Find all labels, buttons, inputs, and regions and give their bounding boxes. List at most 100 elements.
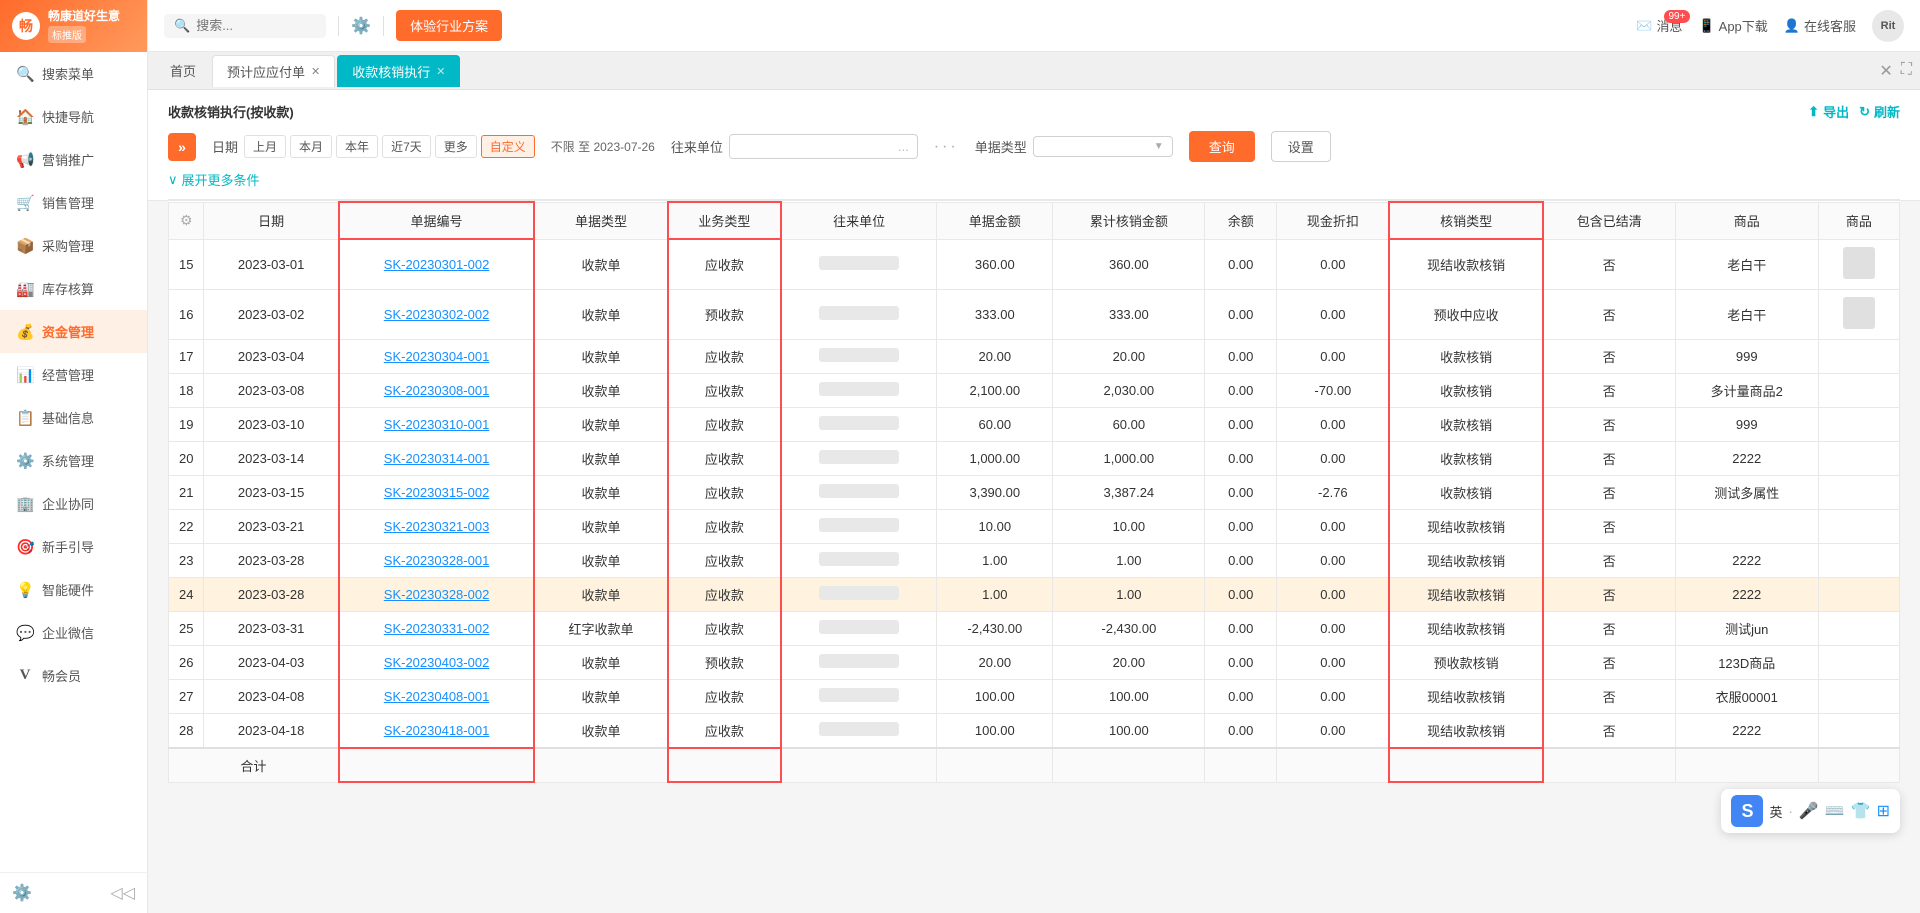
collapse-icon[interactable]: ◁◁ bbox=[110, 883, 135, 903]
sn-link[interactable]: SK-20230331-002 bbox=[384, 621, 490, 636]
sidebar-item-label: 智能硬件 bbox=[42, 580, 94, 599]
collection-tab-label: 收款核销执行 bbox=[352, 62, 430, 81]
industry-btn[interactable]: 体验行业方案 bbox=[396, 10, 502, 41]
shirt-icon[interactable]: 👕 bbox=[1851, 801, 1871, 821]
sidebar-item-hardware[interactable]: 💡 智能硬件 bbox=[0, 568, 147, 611]
query-btn[interactable]: 查询 bbox=[1189, 131, 1255, 162]
sidebar-item-wechat[interactable]: 💬 企业微信 bbox=[0, 611, 147, 654]
keyboard-icon[interactable]: ⌨️ bbox=[1825, 801, 1845, 821]
topbar-search-input[interactable] bbox=[196, 18, 316, 33]
sidebar-badge: 标推版 bbox=[48, 26, 86, 43]
user-avatar-area[interactable]: Rit bbox=[1872, 10, 1904, 42]
message-btn[interactable]: ✉️ 消息 99+ bbox=[1636, 16, 1682, 35]
cell-discount: 0.00 bbox=[1277, 679, 1390, 713]
tab-close-collection[interactable]: ✕ bbox=[436, 65, 445, 78]
table-row: 21 2023-03-15 SK-20230315-002 收款单 应收款 3,… bbox=[169, 475, 1900, 509]
cell-sn: SK-20230331-002 bbox=[339, 611, 534, 645]
custom-date-btn[interactable]: 自定义 bbox=[481, 135, 535, 158]
sidebar-item-operation[interactable]: 📊 经营管理 bbox=[0, 353, 147, 396]
filter-setting-btn[interactable]: 设置 bbox=[1271, 131, 1331, 162]
more-date-btn[interactable]: 更多 bbox=[435, 135, 477, 158]
export-label: 导出 bbox=[1823, 102, 1849, 121]
sn-link[interactable]: SK-20230328-002 bbox=[384, 587, 490, 602]
sidebar-item-search[interactable]: 🔍 搜索菜单 bbox=[0, 52, 147, 95]
partner-input[interactable] bbox=[730, 135, 890, 158]
tab-expand-icon[interactable]: ⛶ bbox=[1901, 61, 1912, 81]
sidebar-item-label: 系统管理 bbox=[42, 451, 94, 470]
app-download-btn[interactable]: 📱 App下载 bbox=[1698, 16, 1767, 35]
sidebar-item-basic[interactable]: 📋 基础信息 bbox=[0, 396, 147, 439]
export-icon: ⬆ bbox=[1808, 104, 1819, 120]
sn-link[interactable]: SK-20230418-001 bbox=[384, 723, 490, 738]
sidebar-bottom: ⚙️ ◁◁ bbox=[0, 872, 147, 913]
total-settled bbox=[1543, 748, 1676, 783]
refresh-btn[interactable]: ↻ 刷新 bbox=[1859, 102, 1900, 121]
cell-partner bbox=[781, 339, 937, 373]
topbar-search[interactable]: 🔍 bbox=[164, 14, 326, 38]
tab-close-icon[interactable]: ✕ bbox=[1879, 61, 1892, 81]
english-icon[interactable]: 英 bbox=[1769, 802, 1782, 821]
cell-date: 2023-03-14 bbox=[204, 441, 339, 475]
settings-gear-icon[interactable]: ⚙️ bbox=[351, 16, 371, 36]
online-service-btn[interactable]: 👤 在线客服 bbox=[1784, 16, 1856, 35]
cell-type: 收款单 bbox=[534, 339, 667, 373]
th-settled: 包含已结清 bbox=[1543, 202, 1676, 239]
sn-link[interactable]: SK-20230314-001 bbox=[384, 451, 490, 466]
voucher-type-select[interactable]: ▼ bbox=[1033, 136, 1173, 157]
grid-icon[interactable]: ⊞ bbox=[1877, 801, 1890, 821]
purchase-icon: 📦 bbox=[16, 237, 34, 255]
cell-num: 15 bbox=[169, 239, 204, 289]
sn-link[interactable]: SK-20230403-002 bbox=[384, 655, 490, 670]
cell-biz: 应收款 bbox=[668, 543, 781, 577]
sidebar-item-finance[interactable]: 💰 资金管理 bbox=[0, 310, 147, 353]
last-7days-btn[interactable]: 近7天 bbox=[382, 135, 431, 158]
sidebar-item-inventory[interactable]: 🏭 库存核算 bbox=[0, 267, 147, 310]
tab-close-payable[interactable]: ✕ bbox=[311, 65, 320, 78]
expand-more-btn[interactable]: ∨ 展开更多条件 bbox=[168, 162, 1900, 189]
sidebar-item-guide[interactable]: 🎯 新手引导 bbox=[0, 525, 147, 568]
last-month-btn[interactable]: 上月 bbox=[244, 135, 286, 158]
sn-link[interactable]: SK-20230328-001 bbox=[384, 553, 490, 568]
tab-home[interactable]: 首页 bbox=[156, 55, 210, 87]
tab-collection[interactable]: 收款核销执行 ✕ bbox=[337, 55, 460, 87]
cell-settled: 否 bbox=[1543, 339, 1676, 373]
export-btn[interactable]: ⬆ 导出 bbox=[1808, 102, 1849, 121]
sidebar-item-marketing[interactable]: 📢 营销推广 bbox=[0, 138, 147, 181]
this-month-btn[interactable]: 本月 bbox=[290, 135, 332, 158]
sidebar: 畅 畅康道好生意 标推版 🔍 搜索菜单 🏠 快捷导航 📢 营销推广 🛒 销售管理… bbox=[0, 0, 148, 913]
operation-icon: 📊 bbox=[16, 366, 34, 384]
cell-partner bbox=[781, 543, 937, 577]
partner-dots-btn[interactable]: ... bbox=[890, 135, 917, 158]
sn-link[interactable]: SK-20230301-002 bbox=[384, 257, 490, 272]
sidebar-item-sales[interactable]: 🛒 销售管理 bbox=[0, 181, 147, 224]
filter-toggle-btn[interactable]: » bbox=[168, 133, 196, 161]
sn-link[interactable]: SK-20230315-002 bbox=[384, 485, 490, 500]
table-row: 22 2023-03-21 SK-20230321-003 收款单 应收款 10… bbox=[169, 509, 1900, 543]
settings-icon[interactable]: ⚙️ bbox=[12, 883, 32, 903]
this-year-btn[interactable]: 本年 bbox=[336, 135, 378, 158]
sn-link[interactable]: SK-20230408-001 bbox=[384, 689, 490, 704]
search-icon: 🔍 bbox=[16, 65, 34, 83]
table-wrap[interactable]: ⚙ 日期 单据编号 单据类型 业务类型 往来单位 单据金额 累计核销金额 余额 … bbox=[148, 201, 1920, 913]
sn-link[interactable]: SK-20230308-001 bbox=[384, 383, 490, 398]
sidebar-item-system[interactable]: ⚙️ 系统管理 bbox=[0, 439, 147, 482]
sidebar-item-member[interactable]: V 畅会员 bbox=[0, 654, 147, 697]
sn-link[interactable]: SK-20230304-001 bbox=[384, 349, 490, 364]
tab-payable[interactable]: 预计应应付单 ✕ bbox=[212, 55, 335, 87]
cell-sn: SK-20230408-001 bbox=[339, 679, 534, 713]
sn-link[interactable]: SK-20230302-002 bbox=[384, 307, 490, 322]
table-row: 24 2023-03-28 SK-20230328-002 收款单 应收款 1.… bbox=[169, 577, 1900, 611]
sn-link[interactable]: SK-20230310-001 bbox=[384, 417, 490, 432]
sidebar-item-quicknav[interactable]: 🏠 快捷导航 bbox=[0, 95, 147, 138]
cell-acc-amount: 100.00 bbox=[1053, 713, 1205, 748]
cell-biz: 应收款 bbox=[668, 441, 781, 475]
sidebar-item-purchase[interactable]: 📦 采购管理 bbox=[0, 224, 147, 267]
sidebar-item-corp[interactable]: 🏢 企业协同 bbox=[0, 482, 147, 525]
mic-icon[interactable]: 🎤 bbox=[1799, 801, 1819, 821]
cell-biz: 预收款 bbox=[668, 645, 781, 679]
cell-amount: 1.00 bbox=[937, 577, 1053, 611]
sidebar-nav: 🔍 搜索菜单 🏠 快捷导航 📢 营销推广 🛒 销售管理 📦 采购管理 🏭 库存核… bbox=[0, 52, 147, 872]
settings-col-icon[interactable]: ⚙ bbox=[180, 212, 193, 228]
cell-balance: 0.00 bbox=[1205, 475, 1277, 509]
sn-link[interactable]: SK-20230321-003 bbox=[384, 519, 490, 534]
